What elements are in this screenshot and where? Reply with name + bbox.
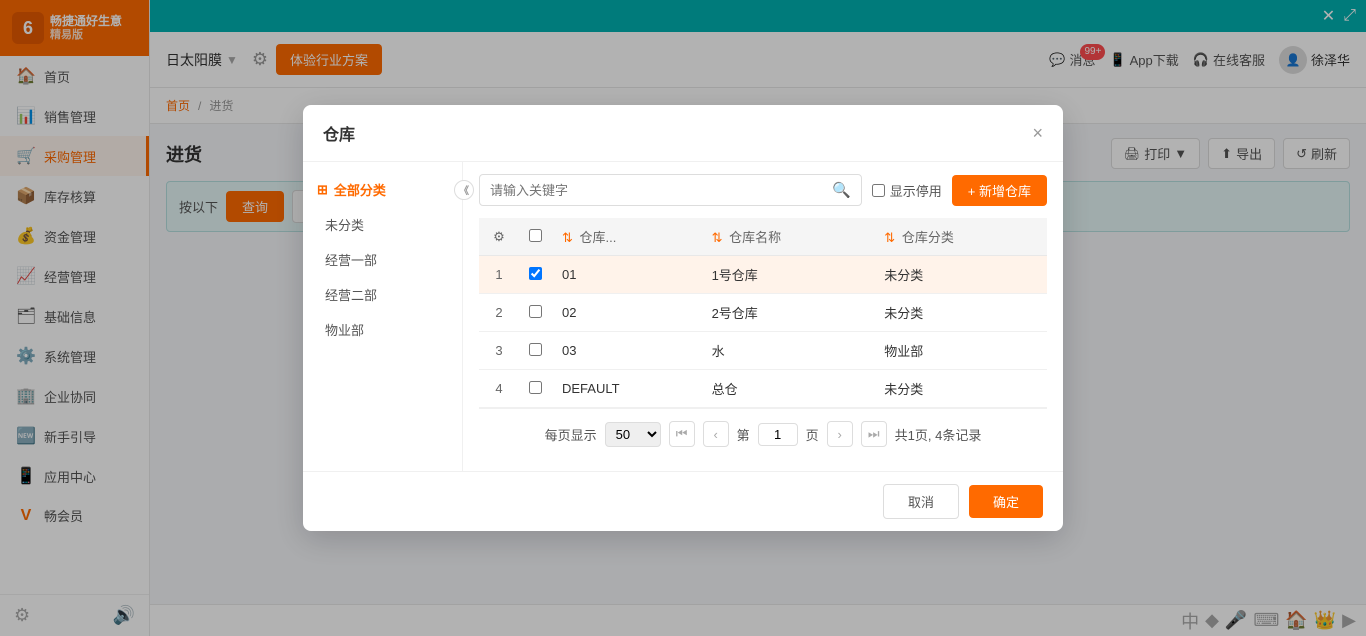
cell-checkbox[interactable]: [519, 294, 552, 332]
cell-code: 03: [552, 332, 702, 370]
cell-num: 2: [479, 294, 519, 332]
per-page-select[interactable]: 50 20 100: [605, 422, 661, 447]
col-header-category: ⇅ 仓库分类: [874, 218, 1047, 256]
search-input-wrap: 🔍: [479, 174, 862, 206]
table-row[interactable]: 1 01 1号仓库 未分类: [479, 256, 1047, 294]
warehouse-table: ⚙ ⇅ 仓库... ⇅: [479, 218, 1047, 408]
sort-icon-name: ⇅: [712, 230, 723, 245]
cell-category: 物业部: [874, 332, 1047, 370]
cell-name: 总仓: [702, 370, 875, 408]
gear-table-icon[interactable]: ⚙: [493, 229, 505, 244]
show-disabled-checkbox[interactable]: [872, 184, 885, 197]
cell-code: 02: [552, 294, 702, 332]
cell-checkbox[interactable]: [519, 370, 552, 408]
modal-sidebar-all-category[interactable]: ⊞ 全部分类 《: [303, 172, 462, 207]
col-header-name: ⇅ 仓库名称: [702, 218, 875, 256]
sort-icon-category: ⇅: [884, 230, 895, 245]
cell-num: 4: [479, 370, 519, 408]
cell-code: 01: [552, 256, 702, 294]
modal-sidebar-item-unclassified[interactable]: 未分类: [303, 207, 462, 242]
modal-sidebar-item-dept1[interactable]: 经营一部: [303, 242, 462, 277]
warehouse-modal: 仓库 × ⊞ 全部分类 《 未分类 经营一部 经营二部 物业部: [303, 105, 1063, 531]
add-warehouse-btn[interactable]: + 新增仓库: [952, 175, 1047, 206]
modal-header: 仓库 ×: [303, 105, 1063, 162]
modal-sidebar-item-dept2[interactable]: 经营二部: [303, 277, 462, 312]
modal-pagination: 每页显示 50 20 100 ⏮ ‹ 第 页 › ⏭ 共1页, 4条记录: [479, 408, 1047, 459]
modal-body: ⊞ 全部分类 《 未分类 经营一部 经营二部 物业部 🔍: [303, 162, 1063, 471]
page-prev-btn[interactable]: ‹: [703, 421, 729, 447]
modal-sidebar: ⊞ 全部分类 《 未分类 经营一部 经营二部 物业部: [303, 162, 463, 471]
modal-sidebar-item-property[interactable]: 物业部: [303, 312, 462, 347]
warehouse-table-scroll: ⚙ ⇅ 仓库... ⇅: [479, 218, 1047, 408]
modal-overlay: 仓库 × ⊞ 全部分类 《 未分类 经营一部 经营二部 物业部: [0, 0, 1366, 636]
modal-content-area: 🔍 显示停用 + 新增仓库 ⚙: [463, 162, 1063, 471]
modal-title: 仓库: [323, 121, 355, 145]
cell-category: 未分类: [874, 294, 1047, 332]
col-header-checkbox: [519, 218, 552, 256]
cancel-btn[interactable]: 取消: [883, 484, 959, 519]
cell-checkbox[interactable]: [519, 256, 552, 294]
search-input[interactable]: [490, 183, 828, 198]
modal-close-btn[interactable]: ×: [1032, 123, 1043, 144]
modal-search-row: 🔍 显示停用 + 新增仓库: [479, 174, 1047, 206]
cell-code: DEFAULT: [552, 370, 702, 408]
table-row[interactable]: 4 DEFAULT 总仓 未分类: [479, 370, 1047, 408]
cell-name: 水: [702, 332, 875, 370]
col-header-num: ⚙: [479, 218, 519, 256]
modal-footer: 取消 确定: [303, 471, 1063, 531]
sidebar-collapse-btn[interactable]: 《: [454, 180, 474, 200]
page-number-input[interactable]: [758, 423, 798, 446]
cell-num: 1: [479, 256, 519, 294]
cell-name: 2号仓库: [702, 294, 875, 332]
grid-icon: ⊞: [317, 182, 328, 198]
search-icon[interactable]: 🔍: [832, 181, 851, 199]
page-last-btn[interactable]: ⏭: [861, 421, 887, 447]
sort-icon-code: ⇅: [562, 230, 573, 245]
cell-category: 未分类: [874, 370, 1047, 408]
cell-num: 3: [479, 332, 519, 370]
cell-category: 未分类: [874, 256, 1047, 294]
select-all-checkbox[interactable]: [529, 229, 542, 242]
table-row[interactable]: 3 03 水 物业部: [479, 332, 1047, 370]
cell-name: 1号仓库: [702, 256, 875, 294]
page-first-btn[interactable]: ⏮: [669, 421, 695, 447]
table-row[interactable]: 2 02 2号仓库 未分类: [479, 294, 1047, 332]
page-next-btn[interactable]: ›: [827, 421, 853, 447]
cell-checkbox[interactable]: [519, 332, 552, 370]
show-disabled-label[interactable]: 显示停用: [872, 181, 942, 200]
confirm-btn[interactable]: 确定: [969, 485, 1043, 518]
col-header-code: ⇅ 仓库...: [552, 218, 702, 256]
